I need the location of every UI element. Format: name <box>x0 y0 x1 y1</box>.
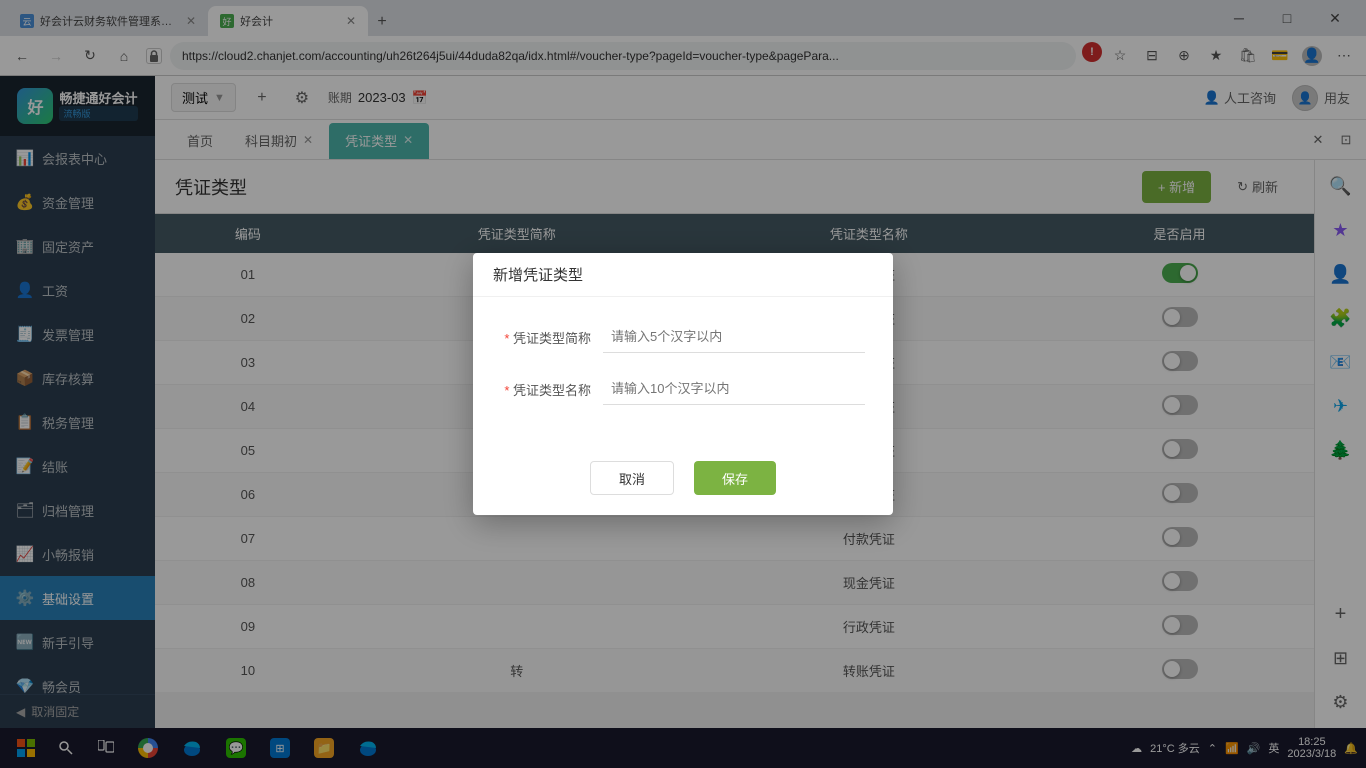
form-row-short: 凭证类型简称 <box>501 321 865 353</box>
form-row-name: 凭证类型名称 <box>501 373 865 405</box>
modal-title: 新增凭证类型 <box>493 264 583 285</box>
field-name-input[interactable] <box>603 373 865 405</box>
field-name-label: 凭证类型名称 <box>501 380 591 399</box>
save-button[interactable]: 保存 <box>694 461 776 495</box>
field-short-label: 凭证类型简称 <box>501 328 591 347</box>
modal-dialog: 新增凭证类型 凭证类型简称 凭证类型名称 取消 保存 <box>473 253 893 515</box>
cancel-button[interactable]: 取消 <box>590 461 674 495</box>
field-short-input[interactable] <box>603 321 865 353</box>
modal-body: 凭证类型简称 凭证类型名称 <box>473 297 893 449</box>
modal-header: 新增凭证类型 <box>473 253 893 297</box>
modal-footer: 取消 保存 <box>473 449 893 515</box>
modal-overlay[interactable]: 新增凭证类型 凭证类型简称 凭证类型名称 取消 保存 <box>0 0 1366 768</box>
